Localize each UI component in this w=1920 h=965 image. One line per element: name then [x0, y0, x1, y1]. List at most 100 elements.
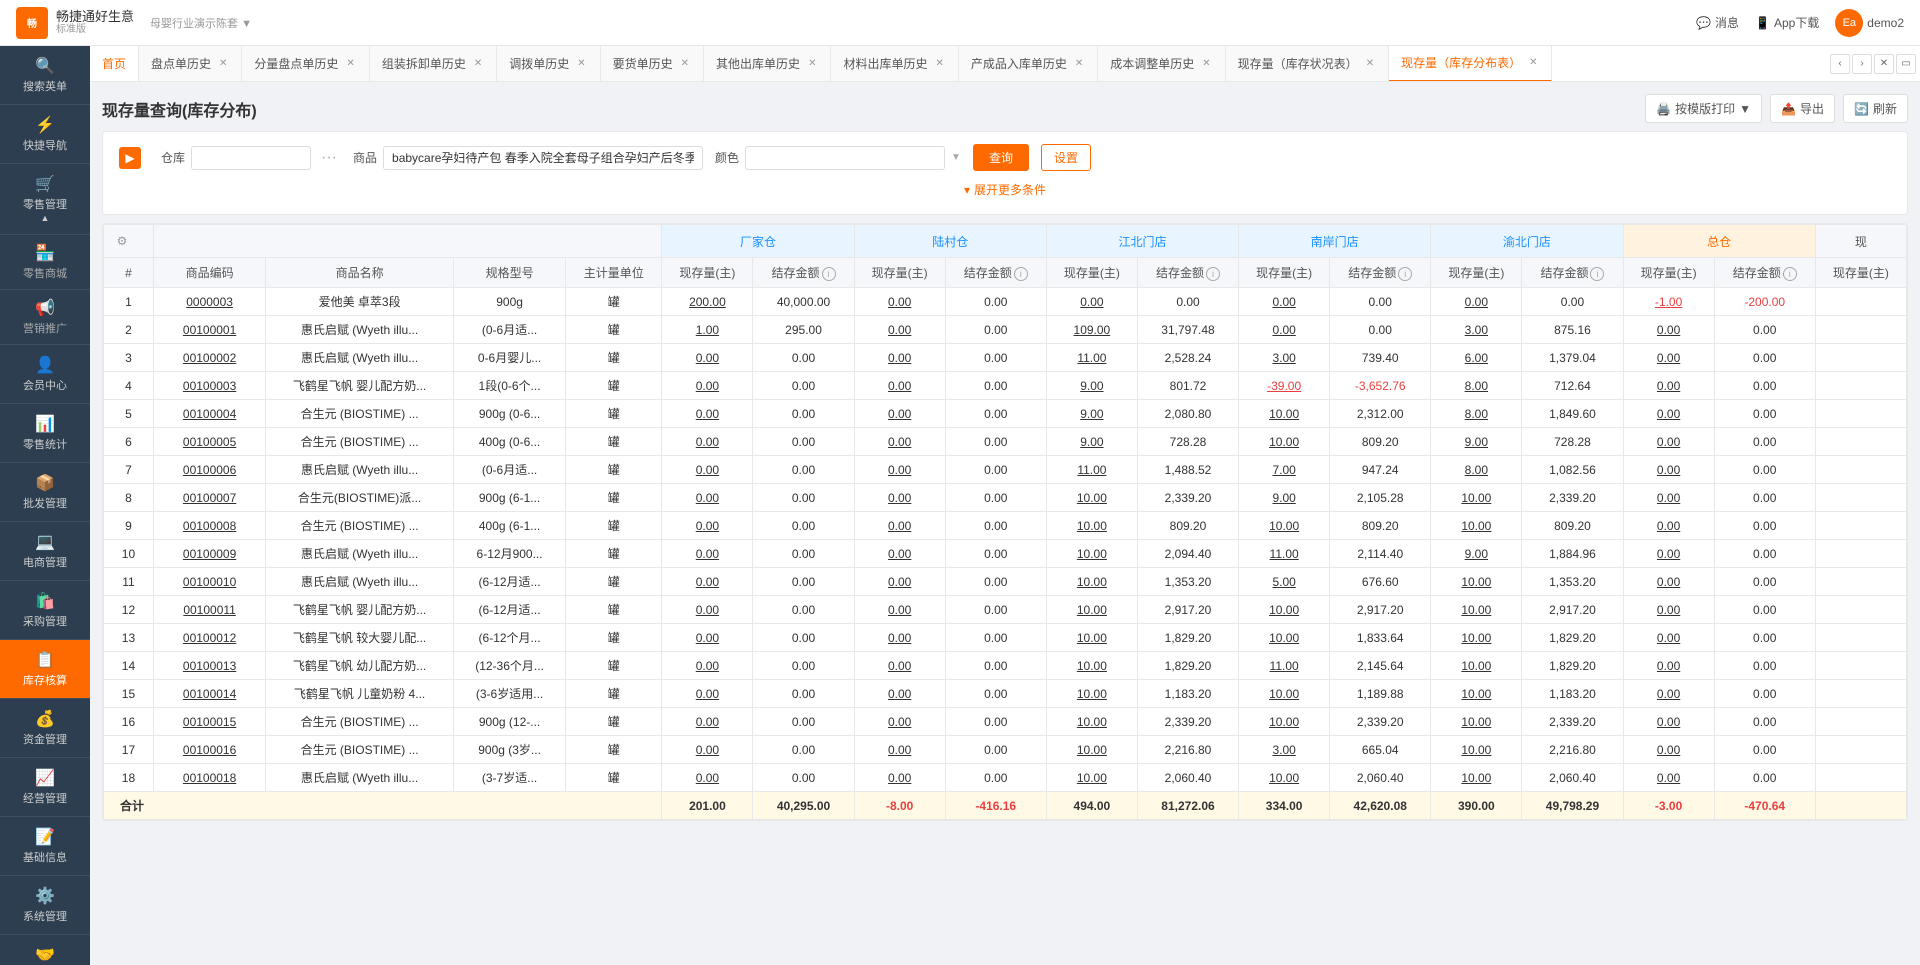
- cell-jiangbei-qty[interactable]: 10.00: [1046, 736, 1137, 764]
- cell-code[interactable]: 00100013: [153, 652, 265, 680]
- tab-close-3[interactable]: ✕: [472, 57, 484, 70]
- cell-code[interactable]: 00100004: [153, 400, 265, 428]
- cell-factory-qty[interactable]: 0.00: [662, 596, 753, 624]
- cell-factory-qty[interactable]: 0.00: [662, 540, 753, 568]
- cell-lucun-qty[interactable]: 0.00: [854, 428, 945, 456]
- cell-lucun-qty[interactable]: 0.00: [854, 400, 945, 428]
- cell-nanan-qty[interactable]: 10.00: [1239, 624, 1330, 652]
- cell-factory-qty[interactable]: 0.00: [662, 764, 753, 792]
- tab-close-6[interactable]: ✕: [806, 57, 818, 70]
- cell-lucun-qty[interactable]: 0.00: [854, 316, 945, 344]
- cell-yubei-qty[interactable]: 0.00: [1431, 288, 1522, 316]
- cell-lucun-qty[interactable]: 0.00: [854, 484, 945, 512]
- cell-factory-qty[interactable]: 0.00: [662, 680, 753, 708]
- cell-factory-qty[interactable]: 0.00: [662, 736, 753, 764]
- nav-menu-btn[interactable]: ▭: [1896, 54, 1916, 74]
- tab-close-5[interactable]: ✕: [679, 57, 691, 70]
- cell-code[interactable]: 00100001: [153, 316, 265, 344]
- cell-nanan-qty[interactable]: -39.00: [1239, 372, 1330, 400]
- nav-tab-7[interactable]: 材料出库单历史✕: [831, 46, 958, 81]
- cell-code[interactable]: 00100006: [153, 456, 265, 484]
- cell-yubei-qty[interactable]: 10.00: [1431, 680, 1522, 708]
- color-input[interactable]: [745, 146, 945, 170]
- cell-nanan-qty[interactable]: 9.00: [1239, 484, 1330, 512]
- cell-total-qty[interactable]: 0.00: [1623, 484, 1714, 512]
- nav-tab-8[interactable]: 产成品入库单历史✕: [959, 46, 1098, 81]
- info-icon-3[interactable]: i: [1206, 267, 1220, 281]
- nav-tab-4[interactable]: 调拨单历史✕: [497, 46, 600, 81]
- nav-close-btn[interactable]: ✕: [1874, 54, 1894, 74]
- tab-close-4[interactable]: ✕: [575, 57, 587, 70]
- cell-factory-qty[interactable]: 0.00: [662, 344, 753, 372]
- cell-total-qty[interactable]: 0.00: [1623, 708, 1714, 736]
- tab-close-1[interactable]: ✕: [217, 57, 229, 70]
- cell-lucun-qty[interactable]: 0.00: [854, 736, 945, 764]
- collapse-btn[interactable]: ▶: [119, 147, 141, 169]
- tab-close-11[interactable]: ✕: [1527, 56, 1539, 69]
- sidebar-item-12[interactable]: 📈 经营管理: [0, 758, 90, 817]
- cell-jiangbei-qty[interactable]: 10.00: [1046, 624, 1137, 652]
- sidebar-item-9[interactable]: 🛍️ 采购管理: [0, 581, 90, 640]
- cell-nanan-qty[interactable]: 7.00: [1239, 456, 1330, 484]
- cell-code[interactable]: 00100002: [153, 344, 265, 372]
- cell-total-qty[interactable]: 0.00: [1623, 400, 1714, 428]
- cell-yubei-qty[interactable]: 10.00: [1431, 624, 1522, 652]
- tab-close-7[interactable]: ✕: [933, 57, 945, 70]
- nav-tab-11[interactable]: 现存量（库存分布表）✕: [1389, 46, 1552, 81]
- cell-lucun-qty[interactable]: 0.00: [854, 568, 945, 596]
- cell-yubei-qty[interactable]: 3.00: [1431, 316, 1522, 344]
- sidebar-item-8[interactable]: 💻 电商管理: [0, 522, 90, 581]
- cell-jiangbei-qty[interactable]: 109.00: [1046, 316, 1137, 344]
- cell-nanan-qty[interactable]: 10.00: [1239, 428, 1330, 456]
- sidebar-item-11[interactable]: 💰 资金管理: [0, 699, 90, 758]
- cell-nanan-qty[interactable]: 0.00: [1239, 288, 1330, 316]
- cell-jiangbei-qty[interactable]: 9.00: [1046, 428, 1137, 456]
- nav-tab-10[interactable]: 现存量（库存状况表）✕: [1226, 46, 1389, 81]
- sidebar-item-5[interactable]: 👤 会员中心: [0, 345, 90, 404]
- search-btn[interactable]: 查询: [973, 144, 1029, 171]
- cell-code[interactable]: 00100010: [153, 568, 265, 596]
- tab-close-2[interactable]: ✕: [344, 57, 356, 70]
- cell-jiangbei-qty[interactable]: 10.00: [1046, 652, 1137, 680]
- cell-total-qty[interactable]: 0.00: [1623, 736, 1714, 764]
- cell-jiangbei-qty[interactable]: 10.00: [1046, 764, 1137, 792]
- cell-total-qty[interactable]: 0.00: [1623, 372, 1714, 400]
- tab-close-9[interactable]: ✕: [1200, 57, 1212, 70]
- cell-yubei-qty[interactable]: 8.00: [1431, 456, 1522, 484]
- cell-code[interactable]: 0000003: [153, 288, 265, 316]
- cell-total-qty[interactable]: 0.00: [1623, 652, 1714, 680]
- nav-tab-1[interactable]: 盘点单历史✕: [139, 46, 242, 81]
- sidebar-item-3[interactable]: 🏪 零售商城: [0, 235, 90, 290]
- cell-nanan-qty[interactable]: 10.00: [1239, 596, 1330, 624]
- info-icon-6[interactable]: i: [1783, 267, 1797, 281]
- cell-yubei-qty[interactable]: 10.00: [1431, 708, 1522, 736]
- cell-nanan-qty[interactable]: 11.00: [1239, 540, 1330, 568]
- nav-tab-2[interactable]: 分量盘点单历史✕: [242, 46, 369, 81]
- cell-total-qty[interactable]: 0.00: [1623, 316, 1714, 344]
- export-btn[interactable]: 📤 导出: [1770, 94, 1835, 123]
- cell-nanan-qty[interactable]: 5.00: [1239, 568, 1330, 596]
- cell-factory-qty[interactable]: 0.00: [662, 484, 753, 512]
- cell-total-qty[interactable]: 0.00: [1623, 540, 1714, 568]
- cell-nanan-qty[interactable]: 10.00: [1239, 764, 1330, 792]
- cell-jiangbei-qty[interactable]: 10.00: [1046, 708, 1137, 736]
- cell-lucun-qty[interactable]: 0.00: [854, 680, 945, 708]
- sidebar-item-4[interactable]: 📢 营销推广: [0, 290, 90, 345]
- tab-close-8[interactable]: ✕: [1073, 57, 1085, 70]
- cell-jiangbei-qty[interactable]: 10.00: [1046, 568, 1137, 596]
- cell-yubei-qty[interactable]: 9.00: [1431, 540, 1522, 568]
- cell-lucun-qty[interactable]: 0.00: [854, 764, 945, 792]
- cell-yubei-qty[interactable]: 10.00: [1431, 512, 1522, 540]
- settings-btn[interactable]: 设置: [1041, 144, 1091, 171]
- cell-code[interactable]: 00100011: [153, 596, 265, 624]
- cell-nanan-qty[interactable]: 10.00: [1239, 400, 1330, 428]
- cell-nanan-qty[interactable]: 3.00: [1239, 344, 1330, 372]
- nav-tab-6[interactable]: 其他出库单历史✕: [704, 46, 831, 81]
- sidebar-item-13[interactable]: 📝 基础信息: [0, 817, 90, 876]
- info-icon-4[interactable]: i: [1398, 267, 1412, 281]
- cell-lucun-qty[interactable]: 0.00: [854, 624, 945, 652]
- sidebar-item-7[interactable]: 📦 批发管理: [0, 463, 90, 522]
- info-icon-2[interactable]: i: [1014, 267, 1028, 281]
- cell-nanan-qty[interactable]: 11.00: [1239, 652, 1330, 680]
- sidebar-item-10[interactable]: 📋 库存核算: [0, 640, 90, 699]
